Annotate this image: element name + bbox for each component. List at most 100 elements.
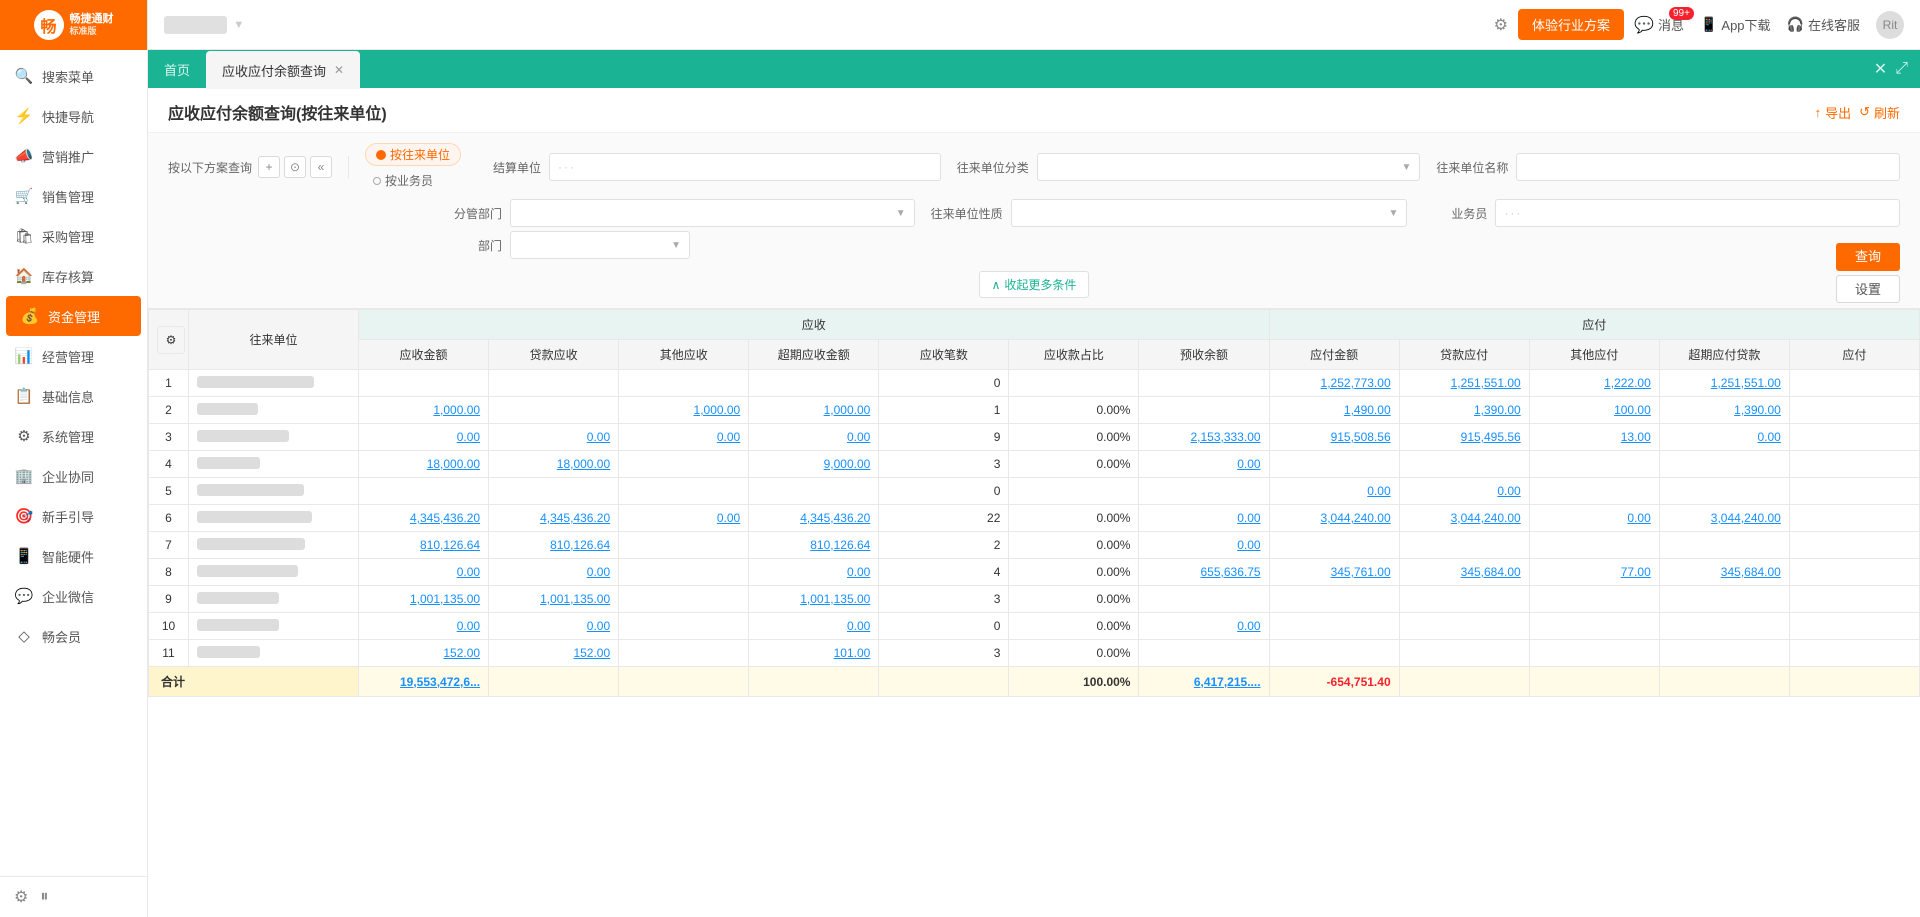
setting-scheme-button[interactable]: ⊙ <box>284 156 306 178</box>
tab-close-window-icon[interactable]: ✕ <box>1874 59 1887 79</box>
table-cell[interactable]: 1,001,135.00 <box>749 586 879 613</box>
table-cell[interactable] <box>1269 586 1399 613</box>
table-cell[interactable] <box>1139 478 1269 505</box>
table-cell[interactable]: 345,684.00 <box>1399 559 1529 586</box>
table-cell[interactable]: 1,001,135.00 <box>489 586 619 613</box>
table-cell[interactable] <box>619 451 749 478</box>
add-scheme-button[interactable]: + <box>258 156 280 178</box>
table-cell[interactable] <box>1659 640 1789 667</box>
collapse-more-button[interactable]: ∧ 收起更多条件 <box>979 271 1090 298</box>
table-cell[interactable] <box>489 397 619 424</box>
table-cell[interactable]: 915,495.56 <box>1399 424 1529 451</box>
table-cell[interactable] <box>1139 640 1269 667</box>
table-cell[interactable]: 0.00 <box>489 559 619 586</box>
partner-nature-input[interactable]: ▼ <box>1011 199 1408 227</box>
sidebar-item-system[interactable]: ⚙ 系统管理 <box>0 416 147 456</box>
sidebar-item-basic[interactable]: 📋 基础信息 <box>0 376 147 416</box>
table-cell[interactable]: 77.00 <box>1529 559 1659 586</box>
table-cell[interactable]: 1,251,551.00 <box>1399 370 1529 397</box>
table-cell[interactable]: 3,044,240.00 <box>1399 505 1529 532</box>
table-cell[interactable]: 18,000.00 <box>359 451 489 478</box>
table-cell[interactable] <box>1529 451 1659 478</box>
table-cell[interactable]: 810,126.64 <box>489 532 619 559</box>
table-cell[interactable]: 0.00 <box>1269 478 1399 505</box>
table-cell[interactable]: 0.00 <box>359 613 489 640</box>
sidebar-item-operation[interactable]: 📊 经营管理 <box>0 336 147 376</box>
table-cell[interactable]: 1,000.00 <box>619 397 749 424</box>
settings-footer-icon[interactable]: ⚙ <box>14 887 28 907</box>
table-cell[interactable]: 18,000.00 <box>489 451 619 478</box>
tab-home[interactable]: 首页 <box>148 50 206 88</box>
footer-ar-amount[interactable]: 19,553,472,6... <box>359 667 489 697</box>
table-cell[interactable] <box>1269 532 1399 559</box>
table-cell[interactable]: 810,126.64 <box>359 532 489 559</box>
table-settings-icon[interactable]: ⚙ <box>157 326 185 354</box>
collapse-sidebar-icon[interactable]: ⏸ <box>40 888 48 906</box>
tab-expand-icon[interactable]: ⤢ <box>1895 60 1908 78</box>
sidebar-item-quick[interactable]: ⚡ 快捷导航 <box>0 96 147 136</box>
export-button[interactable]: ↑ 导出 <box>1815 103 1852 122</box>
table-cell[interactable]: 4,345,436.20 <box>489 505 619 532</box>
table-cell[interactable]: 101.00 <box>749 640 879 667</box>
table-cell[interactable]: 810,126.64 <box>749 532 879 559</box>
table-cell[interactable] <box>359 370 489 397</box>
table-cell[interactable]: 13.00 <box>1529 424 1659 451</box>
table-cell[interactable]: 3,044,240.00 <box>1659 505 1789 532</box>
table-cell[interactable]: 1,001,135.00 <box>359 586 489 613</box>
topbar-gear-icon[interactable]: ⚙ <box>1494 15 1508 35</box>
table-cell[interactable]: 100.00 <box>1529 397 1659 424</box>
table-cell[interactable] <box>1659 451 1789 478</box>
salesperson-input[interactable]: ··· <box>1495 199 1900 227</box>
table-cell[interactable] <box>1399 532 1529 559</box>
dept2-input[interactable]: ▼ <box>510 231 690 259</box>
table-cell[interactable] <box>619 478 749 505</box>
tab-ar-ap[interactable]: 应收应付余额查询 ✕ <box>206 51 360 89</box>
online-service-button[interactable]: 🎧 在线客服 <box>1787 15 1860 34</box>
table-cell[interactable] <box>1529 613 1659 640</box>
table-cell[interactable]: 152.00 <box>359 640 489 667</box>
table-cell[interactable]: 0.00 <box>1399 478 1529 505</box>
sidebar-item-sales[interactable]: 🛒 销售管理 <box>0 176 147 216</box>
table-cell[interactable]: 4,345,436.20 <box>359 505 489 532</box>
sidebar-item-member[interactable]: ◇ 畅会员 <box>0 616 147 656</box>
sidebar-item-finance[interactable]: 💰 资金管理 <box>6 296 141 336</box>
table-cell[interactable]: 345,684.00 <box>1659 559 1789 586</box>
dept-input[interactable]: ▼ <box>510 199 915 227</box>
collapse-scheme-button[interactable]: « <box>310 156 332 178</box>
table-cell[interactable] <box>489 478 619 505</box>
table-cell[interactable] <box>619 559 749 586</box>
table-cell[interactable] <box>1659 586 1789 613</box>
table-cell[interactable] <box>1399 586 1529 613</box>
table-cell[interactable]: 0.00 <box>619 505 749 532</box>
table-cell[interactable] <box>1529 532 1659 559</box>
table-cell[interactable]: 4,345,436.20 <box>749 505 879 532</box>
sidebar-item-wechat[interactable]: 💬 企业微信 <box>0 576 147 616</box>
table-cell[interactable]: 0.00 <box>749 613 879 640</box>
table-cell[interactable]: 0.00 <box>1139 505 1269 532</box>
table-cell[interactable] <box>489 370 619 397</box>
table-cell[interactable] <box>1269 451 1399 478</box>
table-cell[interactable]: 1,390.00 <box>1659 397 1789 424</box>
table-cell[interactable]: 1,490.00 <box>1269 397 1399 424</box>
table-cell[interactable]: 1,000.00 <box>359 397 489 424</box>
message-button[interactable]: 💬 消息 99+ <box>1634 15 1684 35</box>
query-button[interactable]: 查询 <box>1836 243 1900 271</box>
table-cell[interactable] <box>1399 613 1529 640</box>
table-cell[interactable]: 0.00 <box>359 424 489 451</box>
promo-button[interactable]: 体验行业方案 <box>1518 9 1624 40</box>
table-cell[interactable]: 1,390.00 <box>1399 397 1529 424</box>
sidebar-item-corp[interactable]: 🏢 企业协同 <box>0 456 147 496</box>
sidebar-item-search[interactable]: 🔍 搜索菜单 <box>0 56 147 96</box>
table-cell[interactable] <box>749 370 879 397</box>
table-cell[interactable]: 0.00 <box>489 613 619 640</box>
table-cell[interactable]: 0.00 <box>359 559 489 586</box>
table-cell[interactable]: 2,153,333.00 <box>1139 424 1269 451</box>
table-cell[interactable] <box>1269 613 1399 640</box>
table-cell[interactable]: 1,000.00 <box>749 397 879 424</box>
table-cell[interactable] <box>1529 640 1659 667</box>
table-cell[interactable] <box>619 586 749 613</box>
table-cell[interactable]: 0.00 <box>1529 505 1659 532</box>
table-cell[interactable] <box>619 370 749 397</box>
table-cell[interactable] <box>1659 532 1789 559</box>
table-cell[interactable]: 0.00 <box>749 424 879 451</box>
